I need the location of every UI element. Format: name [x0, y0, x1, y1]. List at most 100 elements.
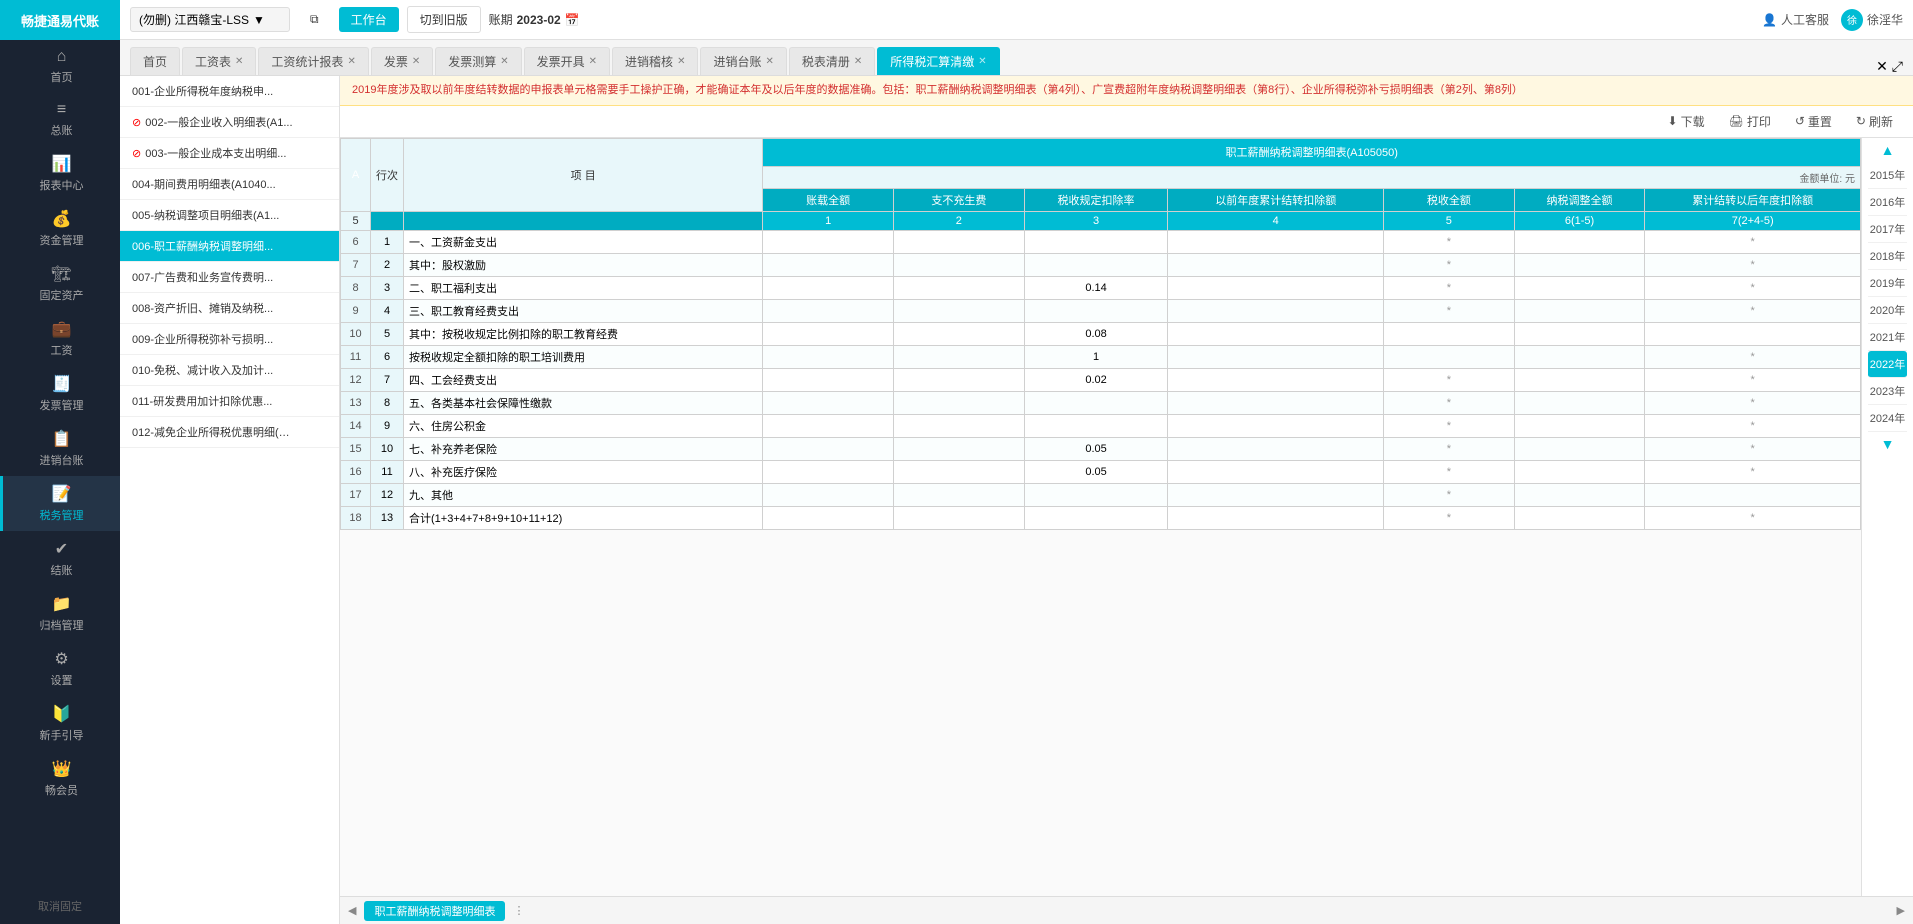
year-item[interactable]: 2019年	[1868, 270, 1907, 297]
table-cell[interactable]	[763, 253, 894, 276]
table-cell[interactable]	[1024, 483, 1168, 506]
table-cell[interactable]: *	[1645, 506, 1861, 529]
table-cell[interactable]	[1514, 299, 1645, 322]
year-item[interactable]: 2021年	[1868, 324, 1907, 351]
refresh-button[interactable]: ↻ 刷新	[1848, 110, 1901, 133]
table-cell[interactable]	[894, 460, 1025, 483]
close-tab-tax-clearance[interactable]: ✕	[854, 56, 862, 67]
table-cell[interactable]: *	[1645, 368, 1861, 391]
table-cell[interactable]	[894, 276, 1025, 299]
sidebar-item-asset-mgmt[interactable]: 💰 资金管理	[0, 201, 120, 256]
table-cell[interactable]	[1168, 276, 1384, 299]
table-cell[interactable]	[894, 391, 1025, 414]
table-cell[interactable]	[1168, 460, 1384, 483]
company-dropdown-icon[interactable]: ▼	[253, 13, 265, 27]
workspace-button[interactable]: 工作台	[339, 7, 399, 32]
sidebar-item-settings[interactable]: ⚙ 设置	[0, 641, 120, 696]
print-button[interactable]: 🖨 打印	[1721, 110, 1779, 133]
form-item-003[interactable]: ⊘ 003-一般企业成本支出明细...	[120, 138, 339, 169]
maximize-tab[interactable]: ⤢	[1892, 58, 1903, 75]
table-cell[interactable]: *	[1384, 276, 1515, 299]
table-cell[interactable]	[1514, 506, 1645, 529]
table-cell[interactable]	[1514, 322, 1645, 345]
support-link[interactable]: 👤 人工客服	[1762, 11, 1829, 28]
table-cell[interactable]	[1168, 506, 1384, 529]
sidebar-item-guide[interactable]: 🔰 新手引导	[0, 696, 120, 751]
table-cell[interactable]	[1514, 460, 1645, 483]
table-cell[interactable]	[1168, 253, 1384, 276]
year-up-button[interactable]: ▲	[1862, 138, 1913, 162]
table-cell[interactable]: *	[1645, 460, 1861, 483]
table-cell[interactable]	[763, 345, 894, 368]
unpin-button[interactable]: 取消固定	[0, 888, 120, 924]
reset-button[interactable]: ↺ 重置	[1787, 110, 1840, 133]
sidebar-item-invoice[interactable]: 🧾 发票管理	[0, 366, 120, 421]
table-cell[interactable]	[763, 276, 894, 299]
table-cell[interactable]	[1514, 253, 1645, 276]
table-cell[interactable]	[1514, 230, 1645, 253]
table-cell[interactable]	[1168, 299, 1384, 322]
table-cell[interactable]	[763, 437, 894, 460]
table-cell[interactable]	[894, 345, 1025, 368]
form-item-010[interactable]: 010-免税、减计收入及加计...	[120, 355, 339, 386]
year-item[interactable]: 2015年	[1868, 162, 1907, 189]
table-cell[interactable]	[894, 322, 1025, 345]
table-cell[interactable]	[763, 460, 894, 483]
close-tab-salary-report[interactable]: ✕	[347, 56, 355, 67]
table-cell[interactable]	[1168, 230, 1384, 253]
table-cell[interactable]	[1024, 414, 1168, 437]
form-item-009[interactable]: 009-企业所得税弥补亏损明...	[120, 324, 339, 355]
table-cell[interactable]	[763, 299, 894, 322]
table-cell[interactable]: *	[1384, 230, 1515, 253]
tab-invoice-calc[interactable]: 发票测算 ✕	[435, 47, 521, 75]
close-tab-reconcile[interactable]: ✕	[677, 56, 685, 67]
table-cell[interactable]	[1168, 368, 1384, 391]
year-item[interactable]: 2016年	[1868, 189, 1907, 216]
sidebar-item-report[interactable]: 📊 报表中心	[0, 146, 120, 201]
table-cell[interactable]	[1024, 299, 1168, 322]
period-calendar-icon[interactable]: 📅	[565, 13, 580, 27]
table-cell[interactable]: *	[1645, 276, 1861, 299]
sidebar-item-home[interactable]: ⌂ 首页	[0, 40, 120, 93]
sheet-tab[interactable]: 职工薪酬纳税调整明细表	[364, 901, 505, 921]
table-cell[interactable]	[1514, 437, 1645, 460]
table-cell[interactable]: *	[1384, 253, 1515, 276]
table-cell[interactable]: *	[1384, 506, 1515, 529]
sidebar-item-ledger[interactable]: ≡ 总账	[0, 93, 120, 146]
form-item-001[interactable]: 001-企业所得税年度纳税申...	[120, 76, 339, 107]
table-cell[interactable]: *	[1384, 299, 1515, 322]
form-item-005[interactable]: 005-纳税调整项目明细表(A1...	[120, 200, 339, 231]
table-cell[interactable]	[1514, 483, 1645, 506]
sheet-main[interactable]: A 行次 项 目 职工薪酬纳税调整明细表(A105050) 金额单位: 元	[340, 138, 1861, 897]
tab-invoice-issue[interactable]: 发票开具 ✕	[524, 47, 610, 75]
form-item-008[interactable]: 008-资产折旧、摊销及纳税...	[120, 293, 339, 324]
table-cell[interactable]	[763, 483, 894, 506]
table-cell[interactable]	[1168, 414, 1384, 437]
close-tab-sales-ledger[interactable]: ✕	[765, 56, 773, 67]
year-item[interactable]: 2018年	[1868, 243, 1907, 270]
table-cell[interactable]	[1645, 483, 1861, 506]
table-cell[interactable]: *	[1645, 437, 1861, 460]
table-cell[interactable]	[763, 322, 894, 345]
sidebar-item-fixed-asset[interactable]: 🏗 固定资产	[0, 256, 120, 311]
close-tab-invoice-issue[interactable]: ✕	[589, 56, 597, 67]
form-item-007[interactable]: 007-广告费和业务宣传费明...	[120, 262, 339, 293]
year-item[interactable]: 2022年	[1868, 351, 1907, 378]
form-item-012[interactable]: 012-减免企业所得税优惠明细(…	[120, 417, 339, 448]
tab-home[interactable]: 首页	[130, 47, 180, 75]
sidebar-item-settle[interactable]: ✔ 结账	[0, 531, 120, 586]
table-cell[interactable]	[1168, 345, 1384, 368]
table-cell[interactable]	[763, 391, 894, 414]
scroll-right-icon[interactable]: ▶	[1897, 904, 1905, 917]
sidebar-item-sales[interactable]: 📋 进销台账	[0, 421, 120, 476]
table-cell[interactable]	[894, 368, 1025, 391]
scroll-left-icon[interactable]: ◀	[348, 904, 356, 917]
table-cell[interactable]: *	[1384, 437, 1515, 460]
close-tab-salary[interactable]: ✕	[235, 56, 243, 67]
table-cell[interactable]	[1645, 322, 1861, 345]
table-cell[interactable]	[894, 414, 1025, 437]
table-cell[interactable]	[1384, 345, 1515, 368]
sidebar-item-tax[interactable]: 📝 税务管理	[0, 476, 120, 531]
table-cell[interactable]: *	[1645, 230, 1861, 253]
close-tab-invoice[interactable]: ✕	[412, 56, 420, 67]
